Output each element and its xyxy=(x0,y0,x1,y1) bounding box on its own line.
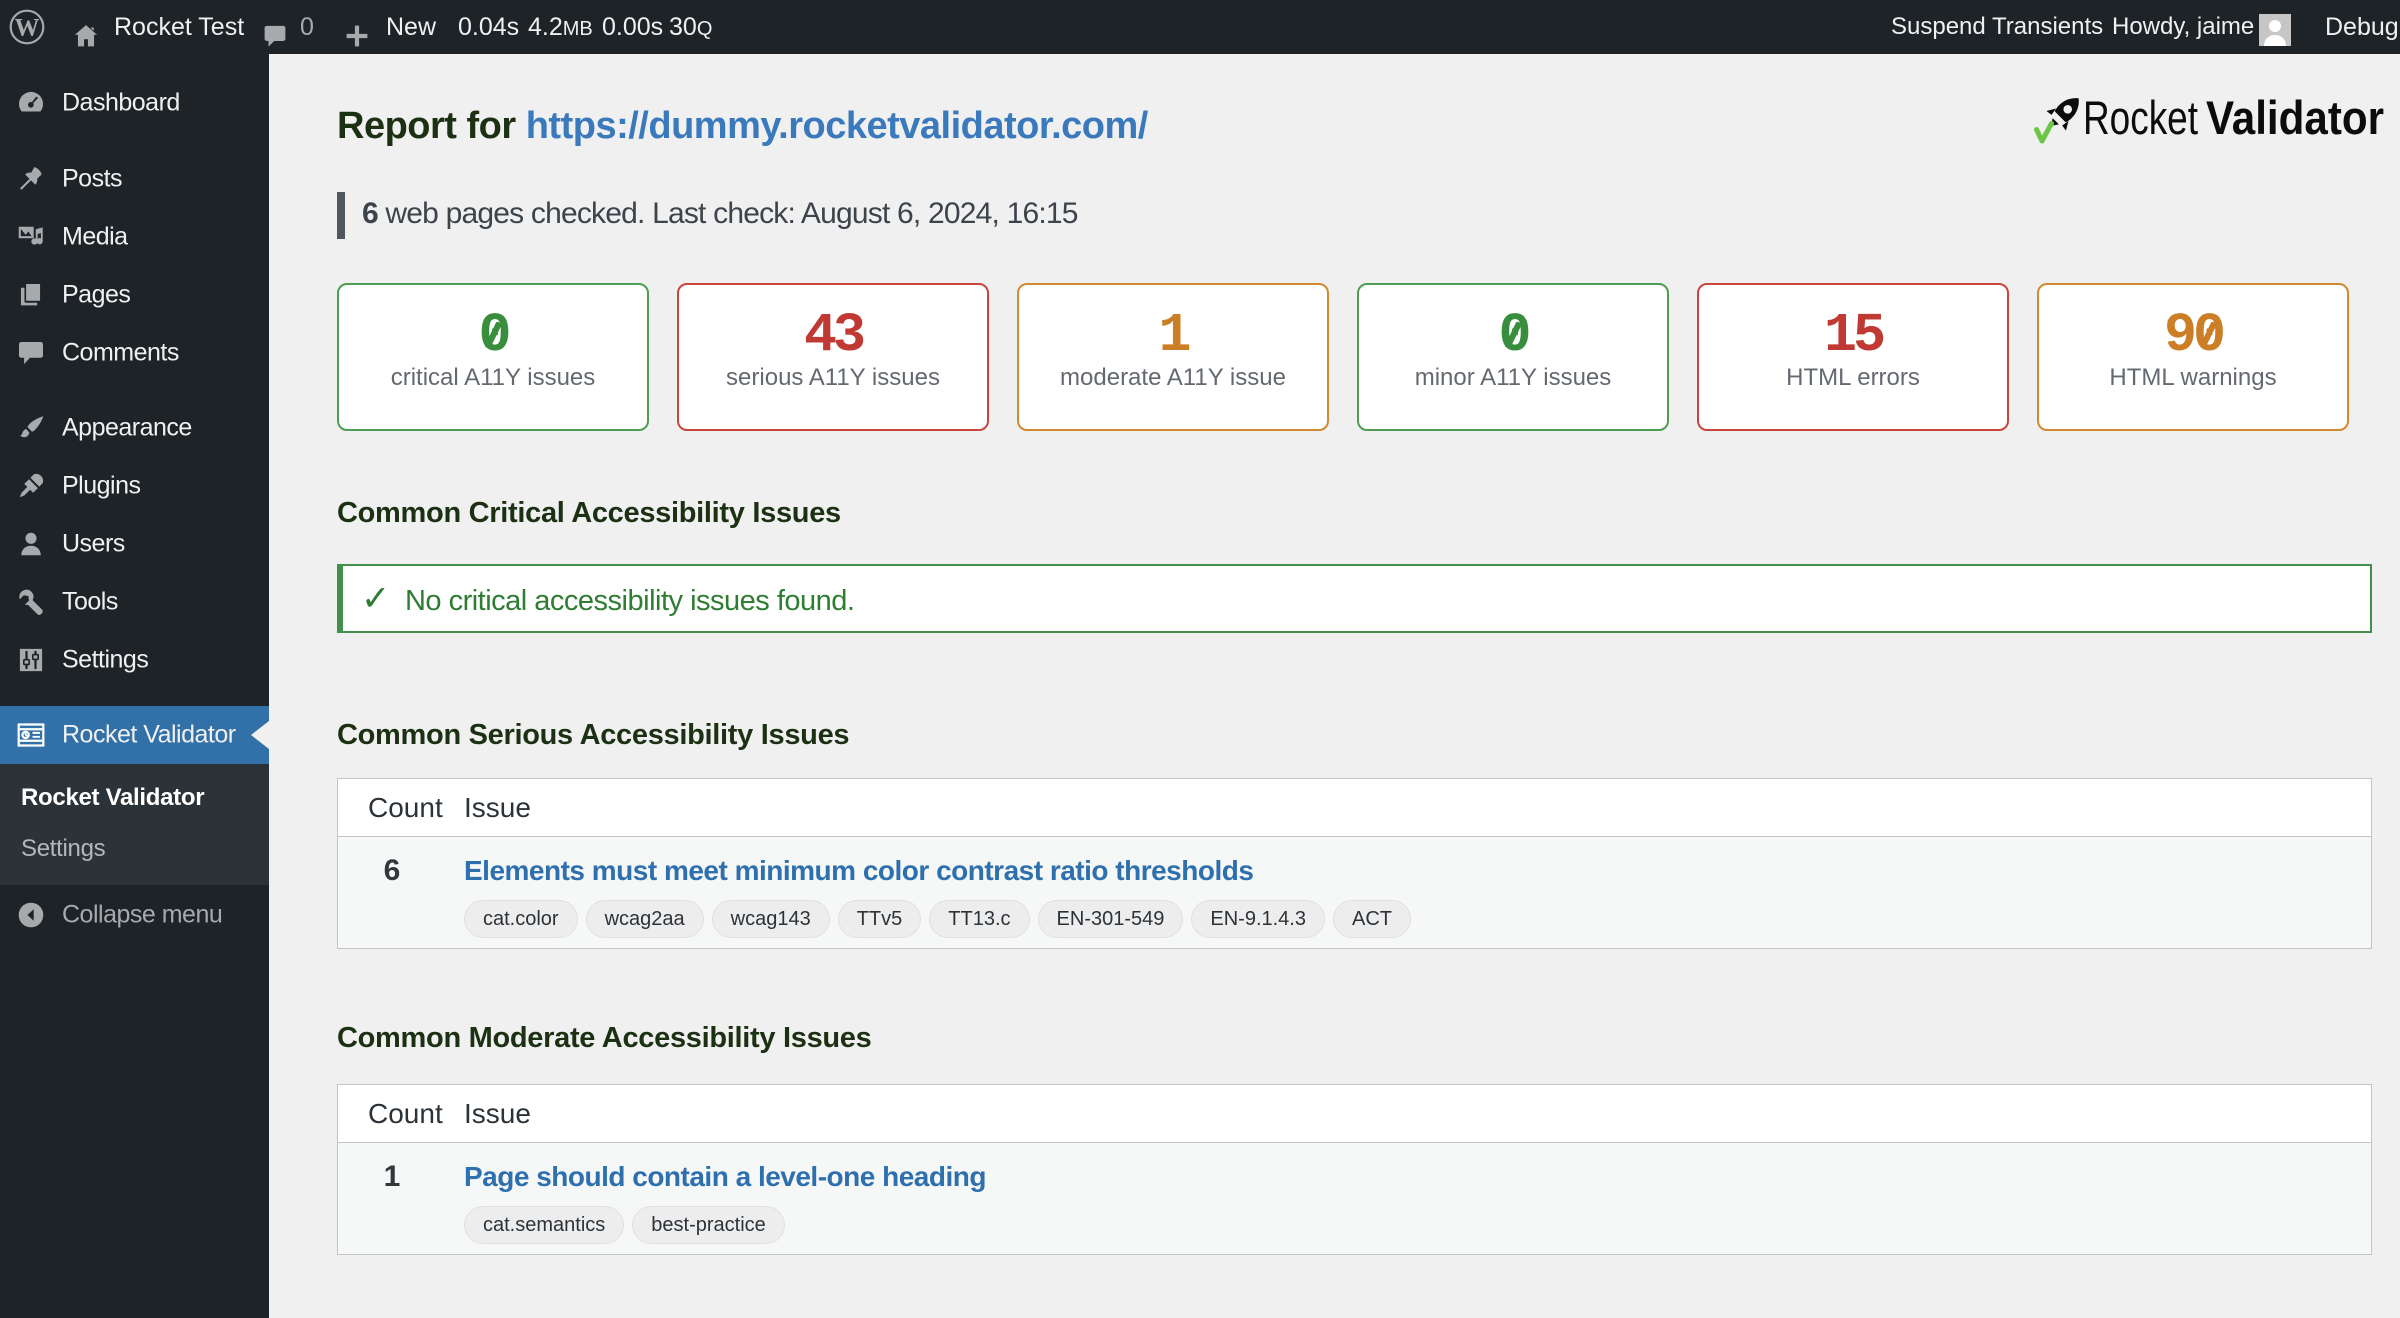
svg-text:Rocket: Rocket xyxy=(2083,91,2198,144)
svg-text:Validator: Validator xyxy=(2206,91,2384,144)
svg-text:W: W xyxy=(15,15,40,42)
